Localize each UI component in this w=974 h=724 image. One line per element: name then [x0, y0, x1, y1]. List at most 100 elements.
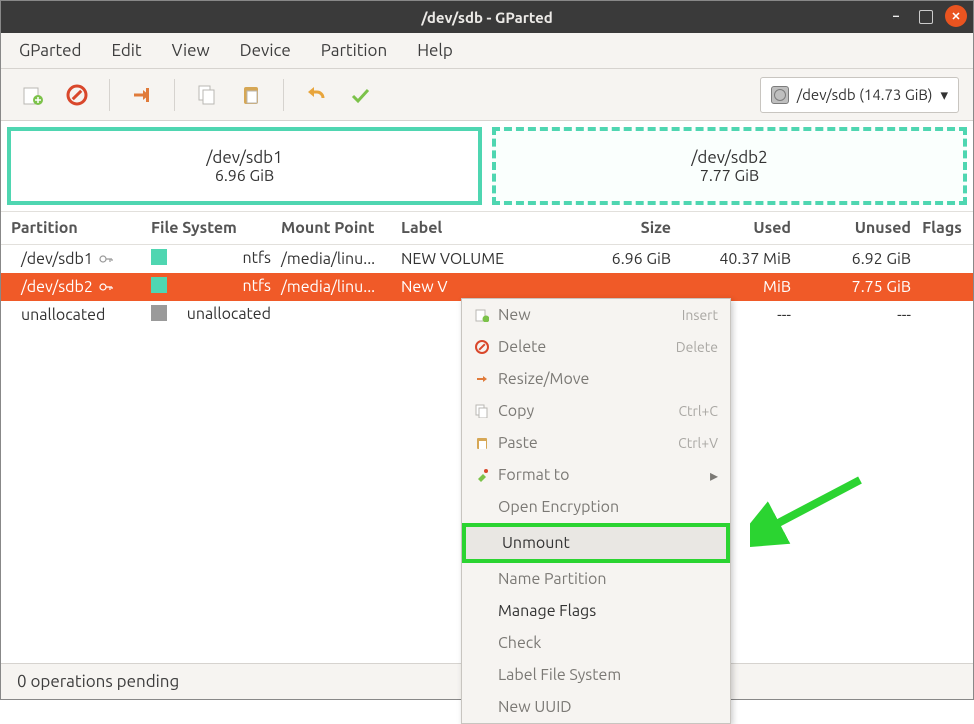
resize-icon — [474, 371, 490, 387]
copy-icon — [474, 403, 490, 419]
mount-point: /media/linu... — [281, 278, 401, 296]
menu-item-label: Paste — [498, 434, 538, 452]
fs-type: ntfs — [243, 249, 271, 267]
chevron-down-icon: ▾ — [940, 86, 948, 104]
blank-icon — [478, 535, 494, 551]
size-value: 6.96 GiB — [571, 250, 671, 268]
table-header: Partition File System Mount Point Label … — [1, 211, 973, 245]
partition-name: unallocated — [21, 306, 105, 324]
menu-item-label: Check — [498, 634, 541, 652]
volume-label: NEW VOLUME — [401, 250, 571, 268]
context-menu-check: Check — [462, 627, 730, 659]
partition-visual: /dev/sdb1 6.96 GiB /dev/sdb2 7.77 GiB — [1, 121, 973, 211]
blank-icon — [474, 499, 490, 515]
menu-item-label: Name Partition — [498, 570, 607, 588]
table-row[interactable]: /dev/sdb1ntfs/media/linu...NEW VOLUME6.9… — [1, 245, 973, 273]
deny-icon — [474, 339, 490, 355]
undo-button[interactable] — [298, 77, 334, 113]
menu-item-label: Manage Flags — [498, 602, 596, 620]
menu-item-label: Unmount — [502, 534, 570, 552]
fs-type: ntfs — [243, 277, 271, 295]
context-menu-new: New Insert — [462, 299, 730, 331]
context-menu-delete: Delete Delete — [462, 331, 730, 363]
window-title: /dev/sdb - GParted — [421, 9, 553, 26]
menu-accel: Delete — [676, 339, 718, 355]
blank-icon — [474, 667, 490, 683]
fs-swatch-icon — [151, 277, 167, 293]
used-value: MiB — [671, 278, 791, 296]
context-menu: New Insert Delete Delete Resize/Move Copy Ctrl… — [461, 298, 731, 724]
context-menu-name-partition: Name Partition — [462, 563, 730, 595]
menu-item-label: Label File System — [498, 666, 621, 684]
copy-button[interactable] — [189, 77, 225, 113]
menu-item-label: Copy — [498, 402, 534, 420]
th-used[interactable]: Used — [671, 219, 791, 237]
menu-help[interactable]: Help — [417, 41, 453, 60]
minimize-button[interactable] — [885, 5, 907, 27]
maximize-button[interactable] — [919, 10, 933, 24]
partition-name: /dev/sdb1 — [21, 250, 93, 268]
new-icon — [474, 307, 490, 323]
mount-point: /media/linu... — [281, 250, 401, 268]
close-button[interactable] — [945, 5, 967, 27]
menu-accel: Insert — [682, 307, 718, 323]
th-unused[interactable]: Unused — [791, 219, 911, 237]
disk-icon — [771, 86, 789, 104]
context-menu-paste: Paste Ctrl+V — [462, 427, 730, 459]
blank-icon — [474, 699, 490, 715]
menu-item-label: New UUID — [498, 698, 572, 716]
menu-item-label: Resize/Move — [498, 370, 589, 388]
table-row[interactable]: /dev/sdb2 ntfs/media/linu...New V MiB7.75 … — [1, 273, 973, 301]
context-menu-new-uuid: New UUID — [462, 691, 730, 723]
menu-item-label: Open Encryption — [498, 498, 619, 516]
resize-move-button[interactable] — [124, 77, 160, 113]
menu-accel: Ctrl+C — [678, 403, 718, 419]
menu-edit[interactable]: Edit — [111, 41, 141, 60]
used-value: 40.37 MiB — [671, 250, 791, 268]
device-picker-label: /dev/sdb (14.73 GiB) — [797, 86, 933, 103]
partition-box-sdb1[interactable]: /dev/sdb1 6.96 GiB — [7, 127, 482, 205]
fs-type: unallocated — [187, 305, 271, 323]
context-menu-resize-move: Resize/Move — [462, 363, 730, 395]
new-partition-button[interactable] — [15, 77, 51, 113]
paste-button[interactable] — [233, 77, 269, 113]
toolbar: /dev/sdb (14.73 GiB) ▾ — [1, 69, 973, 121]
menu-item-label: Delete — [498, 338, 546, 356]
menu-view[interactable]: View — [172, 41, 210, 60]
context-menu-copy: Copy Ctrl+C — [462, 395, 730, 427]
status-text: 0 operations pending — [17, 672, 179, 691]
menu-item-label: New — [498, 306, 531, 324]
volume-label: New V — [401, 278, 571, 296]
th-flags[interactable]: Flags — [911, 219, 973, 237]
menu-partition[interactable]: Partition — [321, 41, 387, 60]
context-menu-unmount[interactable]: Unmount — [466, 527, 726, 559]
unused-value: --- — [791, 306, 911, 324]
paste-icon — [474, 435, 490, 451]
submenu-arrow-icon: ▸ — [710, 466, 718, 485]
partition-name: /dev/sdb2 — [21, 278, 93, 296]
menu-device[interactable]: Device — [240, 41, 291, 60]
th-partition[interactable]: Partition — [1, 219, 151, 237]
th-mountpoint[interactable]: Mount Point — [281, 219, 401, 237]
context-menu-open-encryption: Open Encryption — [462, 491, 730, 523]
menu-gparted[interactable]: GParted — [19, 41, 81, 60]
th-label[interactable]: Label — [401, 219, 571, 237]
format-icon — [474, 467, 490, 483]
context-menu-manage-flags[interactable]: Manage Flags — [462, 595, 730, 627]
th-size[interactable]: Size — [571, 219, 671, 237]
menu-accel: Ctrl+V — [678, 435, 718, 451]
fs-swatch-icon — [151, 305, 167, 321]
context-menu-format-to: Format to▸ — [462, 459, 730, 491]
context-menu-label-file-system: Label File System — [462, 659, 730, 691]
partition-box-sdb2[interactable]: /dev/sdb2 7.77 GiB — [492, 127, 967, 205]
unused-value: 7.75 GiB — [791, 278, 911, 296]
th-filesystem[interactable]: File System — [151, 219, 281, 237]
fs-swatch-icon — [151, 249, 167, 265]
apply-button[interactable] — [342, 77, 378, 113]
blank-icon — [474, 603, 490, 619]
blank-icon — [474, 571, 490, 587]
delete-button[interactable] — [59, 77, 95, 113]
unused-value: 6.92 GiB — [791, 250, 911, 268]
device-picker[interactable]: /dev/sdb (14.73 GiB) ▾ — [760, 77, 959, 113]
titlebar: /dev/sdb - GParted — [1, 1, 973, 33]
